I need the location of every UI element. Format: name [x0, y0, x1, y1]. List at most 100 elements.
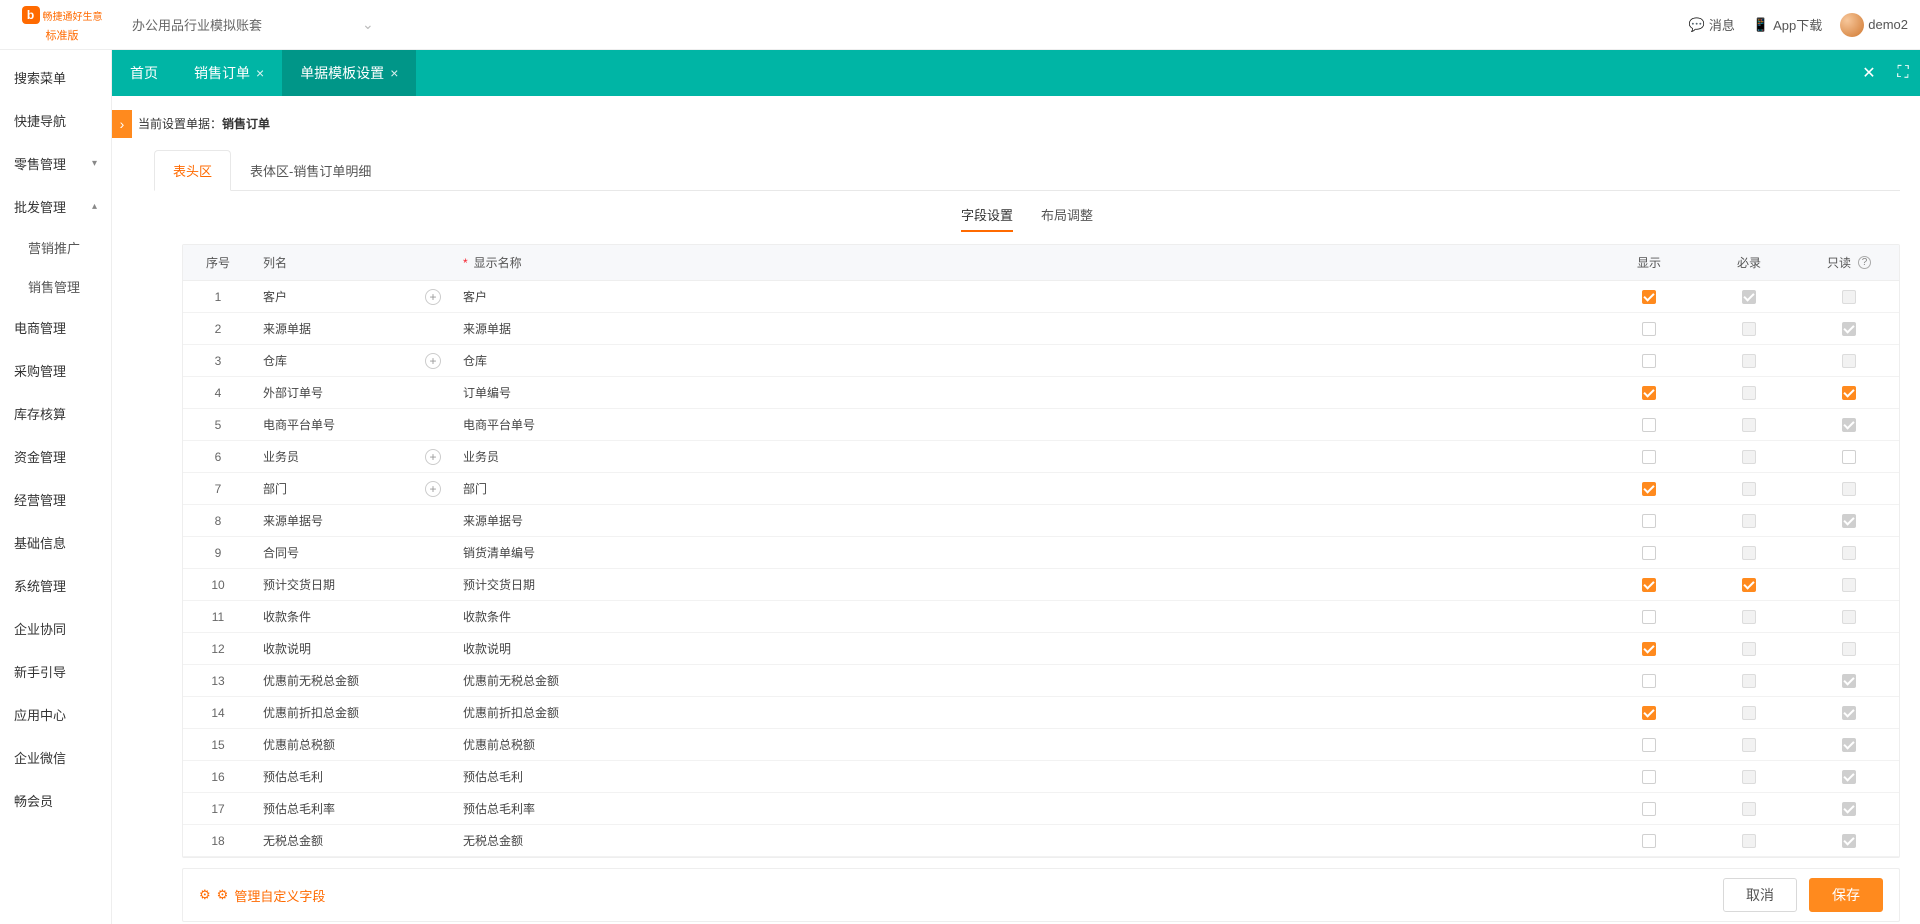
checkbox-show[interactable]: [1642, 386, 1656, 400]
checkbox-show[interactable]: [1642, 770, 1656, 784]
cell-display-name[interactable]: 收款说明: [453, 640, 1599, 657]
cell-display-name[interactable]: 预估总毛利率: [453, 800, 1599, 817]
sidebar-item[interactable]: 快捷导航: [0, 99, 111, 142]
cell-index: 8: [183, 514, 253, 528]
add-icon[interactable]: +: [425, 289, 441, 305]
checkbox-show[interactable]: [1642, 354, 1656, 368]
sidebar-item[interactable]: 电商管理: [0, 306, 111, 349]
checkbox-show[interactable]: [1642, 578, 1656, 592]
sidebar-item[interactable]: 基础信息: [0, 521, 111, 564]
sidebar-item[interactable]: 应用中心: [0, 693, 111, 736]
close-icon[interactable]: ×: [256, 65, 264, 81]
cell-readonly: [1799, 418, 1899, 432]
checkbox-show[interactable]: [1642, 802, 1656, 816]
save-button[interactable]: 保存: [1809, 878, 1883, 912]
checkbox-show[interactable]: [1642, 514, 1656, 528]
sidebar-item[interactable]: 企业协同: [0, 607, 111, 650]
cell-show: [1599, 450, 1699, 464]
fullscreen-button[interactable]: ⛶: [1886, 64, 1920, 82]
cell-display-name[interactable]: 预估总毛利: [453, 768, 1599, 785]
sidebar: 搜索菜单快捷导航零售管理▾批发管理▴营销推广销售管理电商管理采购管理库存核算资金…: [0, 50, 112, 924]
cancel-button[interactable]: 取消: [1723, 878, 1797, 912]
sidebar-item[interactable]: 采购管理: [0, 349, 111, 392]
cell-index: 14: [183, 706, 253, 720]
section-tab[interactable]: 表头区: [154, 150, 231, 191]
cell-readonly: [1799, 290, 1899, 304]
workspace-tab[interactable]: 销售订单×: [176, 50, 282, 96]
sidebar-item[interactable]: 新手引导: [0, 650, 111, 693]
checkbox-readonly[interactable]: [1842, 450, 1856, 464]
checkbox-show[interactable]: [1642, 450, 1656, 464]
workspace-tab[interactable]: 首页: [112, 50, 176, 96]
cell-display-name[interactable]: 电商平台单号: [453, 416, 1599, 433]
messages-button[interactable]: 💬 消息: [1689, 15, 1735, 34]
checkbox-required: [1742, 642, 1756, 656]
cell-display-name[interactable]: 客户: [453, 288, 1599, 305]
sidebar-item[interactable]: 资金管理: [0, 435, 111, 478]
mode-tab[interactable]: 布局调整: [1041, 205, 1093, 232]
cell-colname: 优惠前折扣总金额: [253, 704, 453, 721]
cell-display-name[interactable]: 仓库: [453, 352, 1599, 369]
checkbox-show[interactable]: [1642, 642, 1656, 656]
sidebar-item[interactable]: 批发管理▴: [0, 185, 111, 228]
cell-index: 16: [183, 770, 253, 784]
account-selector[interactable]: 办公用品行业模拟账套 ⌄: [132, 15, 374, 34]
caret-icon: ▾: [92, 158, 97, 169]
sidebar-item[interactable]: 搜索菜单: [0, 56, 111, 99]
manage-custom-fields-link[interactable]: 管理自定义字段: [234, 886, 325, 905]
user-menu[interactable]: demo2: [1840, 13, 1908, 37]
close-all-tabs-button[interactable]: ✕: [1852, 63, 1886, 83]
checkbox-show[interactable]: [1642, 834, 1656, 848]
add-icon[interactable]: +: [425, 481, 441, 497]
user-name: demo2: [1868, 17, 1908, 32]
checkbox-show[interactable]: [1642, 482, 1656, 496]
fields-table: 序号 列名 *显示名称 显示 必录 只读? 1客户+客户2来源单据来源单据3仓库…: [182, 244, 1900, 858]
mode-tab[interactable]: 字段设置: [961, 205, 1013, 232]
banner-chevron-icon[interactable]: ›: [112, 110, 132, 138]
add-icon[interactable]: +: [425, 353, 441, 369]
cell-display-name[interactable]: 销货清单编号: [453, 544, 1599, 561]
cell-display-name[interactable]: 部门: [453, 480, 1599, 497]
cell-display-name[interactable]: 优惠前总税额: [453, 736, 1599, 753]
checkbox-required: [1742, 482, 1756, 496]
cell-display-name[interactable]: 业务员: [453, 448, 1599, 465]
checkbox-show[interactable]: [1642, 290, 1656, 304]
workspace-tab[interactable]: 单据模板设置×: [282, 50, 416, 96]
cell-display-name[interactable]: 优惠前折扣总金额: [453, 704, 1599, 721]
sidebar-item[interactable]: 零售管理▾: [0, 142, 111, 185]
close-icon[interactable]: ×: [390, 65, 398, 81]
checkbox-show[interactable]: [1642, 738, 1656, 752]
sidebar-item[interactable]: 系统管理: [0, 564, 111, 607]
checkbox-required: [1742, 322, 1756, 336]
section-tab[interactable]: 表体区-销售订单明细: [231, 150, 390, 191]
checkbox-show[interactable]: [1642, 546, 1656, 560]
cell-display-name[interactable]: 收款条件: [453, 608, 1599, 625]
cell-display-name[interactable]: 订单编号: [453, 384, 1599, 401]
help-icon[interactable]: ?: [1858, 256, 1871, 269]
cell-index: 11: [183, 610, 253, 624]
sidebar-item[interactable]: 经营管理: [0, 478, 111, 521]
sidebar-item[interactable]: 畅会员: [0, 779, 111, 822]
checkbox-show[interactable]: [1642, 418, 1656, 432]
cell-colname: 合同号: [253, 544, 453, 561]
checkbox-readonly[interactable]: [1842, 386, 1856, 400]
sidebar-item[interactable]: 企业微信: [0, 736, 111, 779]
cell-display-name[interactable]: 来源单据: [453, 320, 1599, 337]
checkbox-show[interactable]: [1642, 322, 1656, 336]
cell-show: [1599, 418, 1699, 432]
cell-display-name[interactable]: 无税总金额: [453, 832, 1599, 849]
checkbox-show[interactable]: [1642, 706, 1656, 720]
avatar: [1840, 13, 1864, 37]
cell-display-name[interactable]: 来源单据号: [453, 512, 1599, 529]
sidebar-subitem[interactable]: 营销推广: [0, 228, 111, 267]
sidebar-item[interactable]: 库存核算: [0, 392, 111, 435]
app-download-button[interactable]: 📱 App下载: [1753, 15, 1822, 34]
checkbox-show[interactable]: [1642, 610, 1656, 624]
gear-icon-2: ⚙: [217, 887, 229, 903]
sidebar-subitem[interactable]: 销售管理: [0, 267, 111, 306]
checkbox-show[interactable]: [1642, 674, 1656, 688]
cell-display-name[interactable]: 预计交货日期: [453, 576, 1599, 593]
checkbox-required[interactable]: [1742, 578, 1756, 592]
cell-display-name[interactable]: 优惠前无税总金额: [453, 672, 1599, 689]
add-icon[interactable]: +: [425, 449, 441, 465]
